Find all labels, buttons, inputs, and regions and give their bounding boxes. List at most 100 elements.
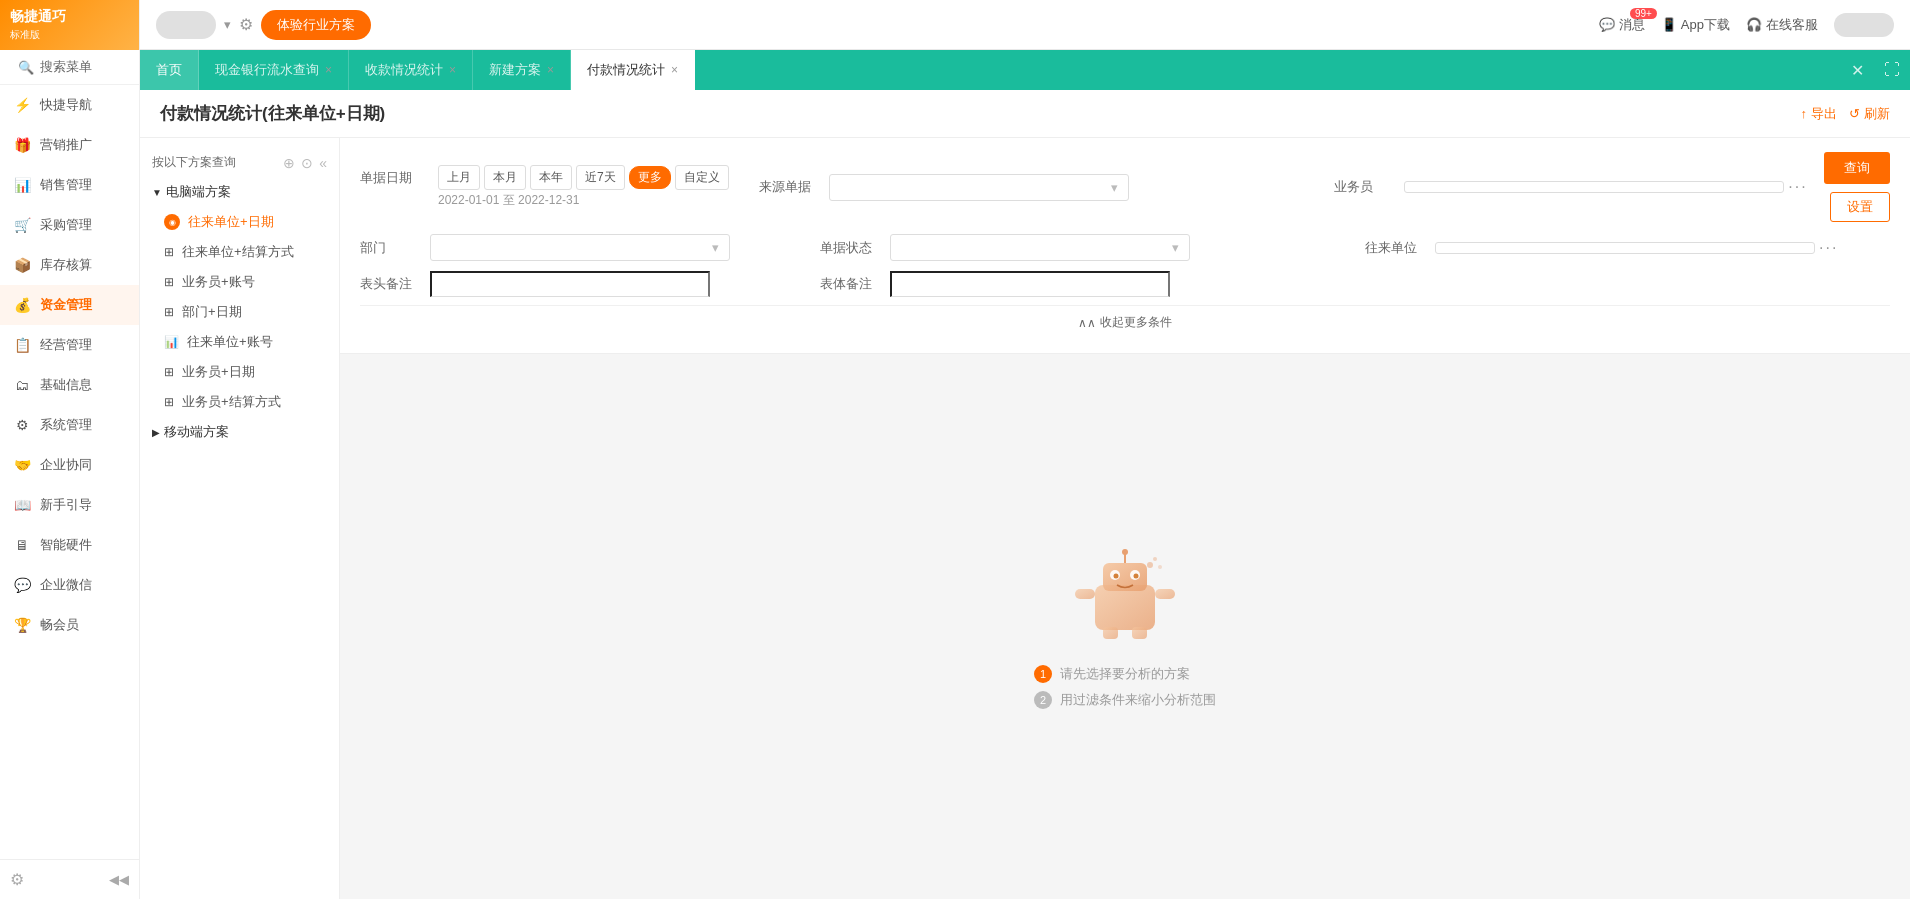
scheme-active-icon: ◉ xyxy=(164,214,180,230)
tab-new-scheme[interactable]: 新建方案 × xyxy=(473,50,571,90)
export-icon: ↑ xyxy=(1801,106,1808,121)
sidebar-item-member[interactable]: 🏆 畅会员 xyxy=(0,605,139,645)
page-header-actions: ↑ 导出 ↺ 刷新 xyxy=(1801,105,1891,123)
tip-text-1: 请先选择要分析的方案 xyxy=(1060,665,1190,683)
hardware-icon: 🖥 xyxy=(12,535,32,555)
scheme-item-unit-date[interactable]: ◉ 往来单位+日期 xyxy=(140,207,339,237)
scheme-group-mobile-title[interactable]: ▶ 移动端方案 xyxy=(140,417,339,447)
scheme-collapse-icon[interactable]: « xyxy=(319,155,327,171)
sidebar-item-capital[interactable]: 💰 资金管理 xyxy=(0,285,139,325)
tab-bank-close[interactable]: × xyxy=(325,63,332,77)
business-icon: 📋 xyxy=(12,335,32,355)
sidebar-item-company[interactable]: 🤝 企业协同 xyxy=(0,445,139,485)
scheme-group-desktop-title[interactable]: ▼ 电脑端方案 xyxy=(140,177,339,207)
sidebar-collapse-icon[interactable]: ◀◀ xyxy=(109,872,129,887)
scheme-item-unit-settle[interactable]: ⊞ 往来单位+结算方式 xyxy=(140,237,339,267)
sidebar-item-label: 营销推广 xyxy=(40,136,92,154)
sidebar-item-hardware[interactable]: 🖥 智能硬件 xyxy=(0,525,139,565)
message-btn[interactable]: 💬 消息 99+ xyxy=(1599,16,1645,34)
scheme-group-mobile-label: 移动端方案 xyxy=(164,423,229,441)
sales-icon: 📊 xyxy=(12,175,32,195)
scheme-item-unit-account[interactable]: 📊 往来单位+账号 xyxy=(140,327,339,357)
scheme-item-staff-date[interactable]: ⊞ 业务员+日期 xyxy=(140,357,339,387)
tab-new-scheme-close[interactable]: × xyxy=(547,63,554,77)
tab-receipt[interactable]: 收款情况统计 × xyxy=(349,50,473,90)
sidebar-item-marketing[interactable]: 🎁 营销推广 xyxy=(0,125,139,165)
svg-point-7 xyxy=(1134,573,1139,578)
refresh-btn[interactable]: ↺ 刷新 xyxy=(1849,105,1890,123)
user-info xyxy=(1834,13,1894,37)
sidebar-item-quick-nav[interactable]: ⚡ 快捷导航 xyxy=(0,85,139,125)
export-btn[interactable]: ↑ 导出 xyxy=(1801,105,1838,123)
tab-payment-label: 付款情况统计 xyxy=(587,61,665,79)
inventory-icon: 📦 xyxy=(12,255,32,275)
svg-point-6 xyxy=(1114,573,1119,578)
filter-date-segment: 单据日期 上月 本月 本年 近7天 更多 自定义 xyxy=(360,165,729,209)
tab-fullscreen-icon[interactable]: ⛶ xyxy=(1874,61,1910,79)
sidebar-item-system[interactable]: ⚙ 系统管理 xyxy=(0,405,139,445)
try-industry-btn[interactable]: 体验行业方案 xyxy=(261,10,371,40)
service-icon: 🎧 xyxy=(1746,17,1762,32)
topbar-gear-icon[interactable]: ⚙ xyxy=(239,15,253,34)
scheme-item-staff-settle[interactable]: ⊞ 业务员+结算方式 xyxy=(140,387,339,417)
counterpart-dots[interactable]: ··· xyxy=(1819,239,1838,257)
query-btn[interactable]: 查询 xyxy=(1824,152,1890,184)
scheme-settings-icon[interactable]: ⊙ xyxy=(301,155,313,171)
date-range-display: 2022-01-01 至 2022-12-31 xyxy=(438,193,579,207)
body-note-input[interactable] xyxy=(890,271,1170,297)
sidebar-item-purchase[interactable]: 🛒 采购管理 xyxy=(0,205,139,245)
tab-payment-close[interactable]: × xyxy=(671,63,678,77)
staff-dots[interactable]: ··· xyxy=(1788,178,1807,196)
sidebar-item-label: 经营管理 xyxy=(40,336,92,354)
filter-row-2: 部门 ▾ 单据状态 ▾ xyxy=(360,234,1890,261)
scheme-table-icon4: ⊞ xyxy=(164,365,174,379)
scheme-item-staff-account[interactable]: ⊞ 业务员+账号 xyxy=(140,267,339,297)
staff-select[interactable] xyxy=(1404,181,1784,193)
tab-payment[interactable]: 付款情况统计 × xyxy=(571,50,695,90)
filter-row-1: 单据日期 上月 本月 本年 近7天 更多 自定义 xyxy=(360,152,1890,222)
empty-robot-icon xyxy=(1065,545,1185,645)
staff-label: 业务员 xyxy=(1334,178,1404,196)
tab-home[interactable]: 首页 xyxy=(140,50,199,90)
doc-status-select[interactable]: ▾ xyxy=(890,234,1190,261)
sidebar-item-basic-info[interactable]: 🗂 基础信息 xyxy=(0,365,139,405)
sidebar-item-sales[interactable]: 📊 销售管理 xyxy=(0,165,139,205)
date-btn-this-month[interactable]: 本月 xyxy=(484,165,526,190)
empty-tips: 1 请先选择要分析的方案 2 用过滤条件来缩小分析范围 xyxy=(1034,665,1216,709)
scheme-item-dept-date[interactable]: ⊞ 部门+日期 xyxy=(140,297,339,327)
collapse-icon: ∧∧ xyxy=(1078,316,1096,330)
sidebar-search[interactable]: 🔍 搜索菜单 xyxy=(0,50,139,85)
date-btn-this-year[interactable]: 本年 xyxy=(530,165,572,190)
sidebar-item-label: 快捷导航 xyxy=(40,96,92,114)
settings-icon[interactable]: ⚙ xyxy=(10,870,24,889)
source-doc-select[interactable]: ▾ xyxy=(829,174,1129,201)
date-btn-7days[interactable]: 近7天 xyxy=(576,165,625,190)
tip-text-2: 用过滤条件来缩小分析范围 xyxy=(1060,691,1216,709)
date-btn-last-month[interactable]: 上月 xyxy=(438,165,480,190)
sidebar-item-business[interactable]: 📋 经营管理 xyxy=(0,325,139,365)
sidebar-item-label: 采购管理 xyxy=(40,216,92,234)
right-panel: 单据日期 上月 本月 本年 近7天 更多 自定义 xyxy=(340,138,1910,899)
sidebar-item-wechat[interactable]: 💬 企业微信 xyxy=(0,565,139,605)
header-note-input[interactable] xyxy=(430,271,710,297)
sidebar-item-inventory[interactable]: 📦 库存核算 xyxy=(0,245,139,285)
dept-select[interactable]: ▾ xyxy=(430,234,730,261)
customer-service-btn[interactable]: 🎧 在线客服 xyxy=(1746,16,1818,34)
sidebar-item-guide[interactable]: 📖 新手引导 xyxy=(0,485,139,525)
dept-chevron-icon: ▾ xyxy=(712,240,719,255)
settings-btn[interactable]: 设置 xyxy=(1830,192,1890,222)
header-note-label: 表头备注 xyxy=(360,275,430,293)
date-btn-custom[interactable]: 自定义 xyxy=(675,165,729,190)
counterpart-select[interactable] xyxy=(1435,242,1815,254)
empty-tip-1: 1 请先选择要分析的方案 xyxy=(1034,665,1216,683)
topbar-chevron-icon[interactable]: ▾ xyxy=(224,17,231,32)
date-btn-more[interactable]: 更多 xyxy=(629,166,671,189)
collapse-more-conditions-btn[interactable]: ∧∧ 收起更多条件 xyxy=(360,305,1890,339)
tab-close-all-icon[interactable]: ✕ xyxy=(1841,61,1874,80)
app-download-btn[interactable]: 📱 App下载 xyxy=(1661,16,1730,34)
scheme-add-icon[interactable]: ⊕ xyxy=(283,155,295,171)
tab-bank[interactable]: 现金银行流水查询 × xyxy=(199,50,349,90)
tab-receipt-close[interactable]: × xyxy=(449,63,456,77)
search-icon: 🔍 xyxy=(18,60,34,75)
sidebar-logo: 畅捷通巧 xyxy=(10,8,66,26)
